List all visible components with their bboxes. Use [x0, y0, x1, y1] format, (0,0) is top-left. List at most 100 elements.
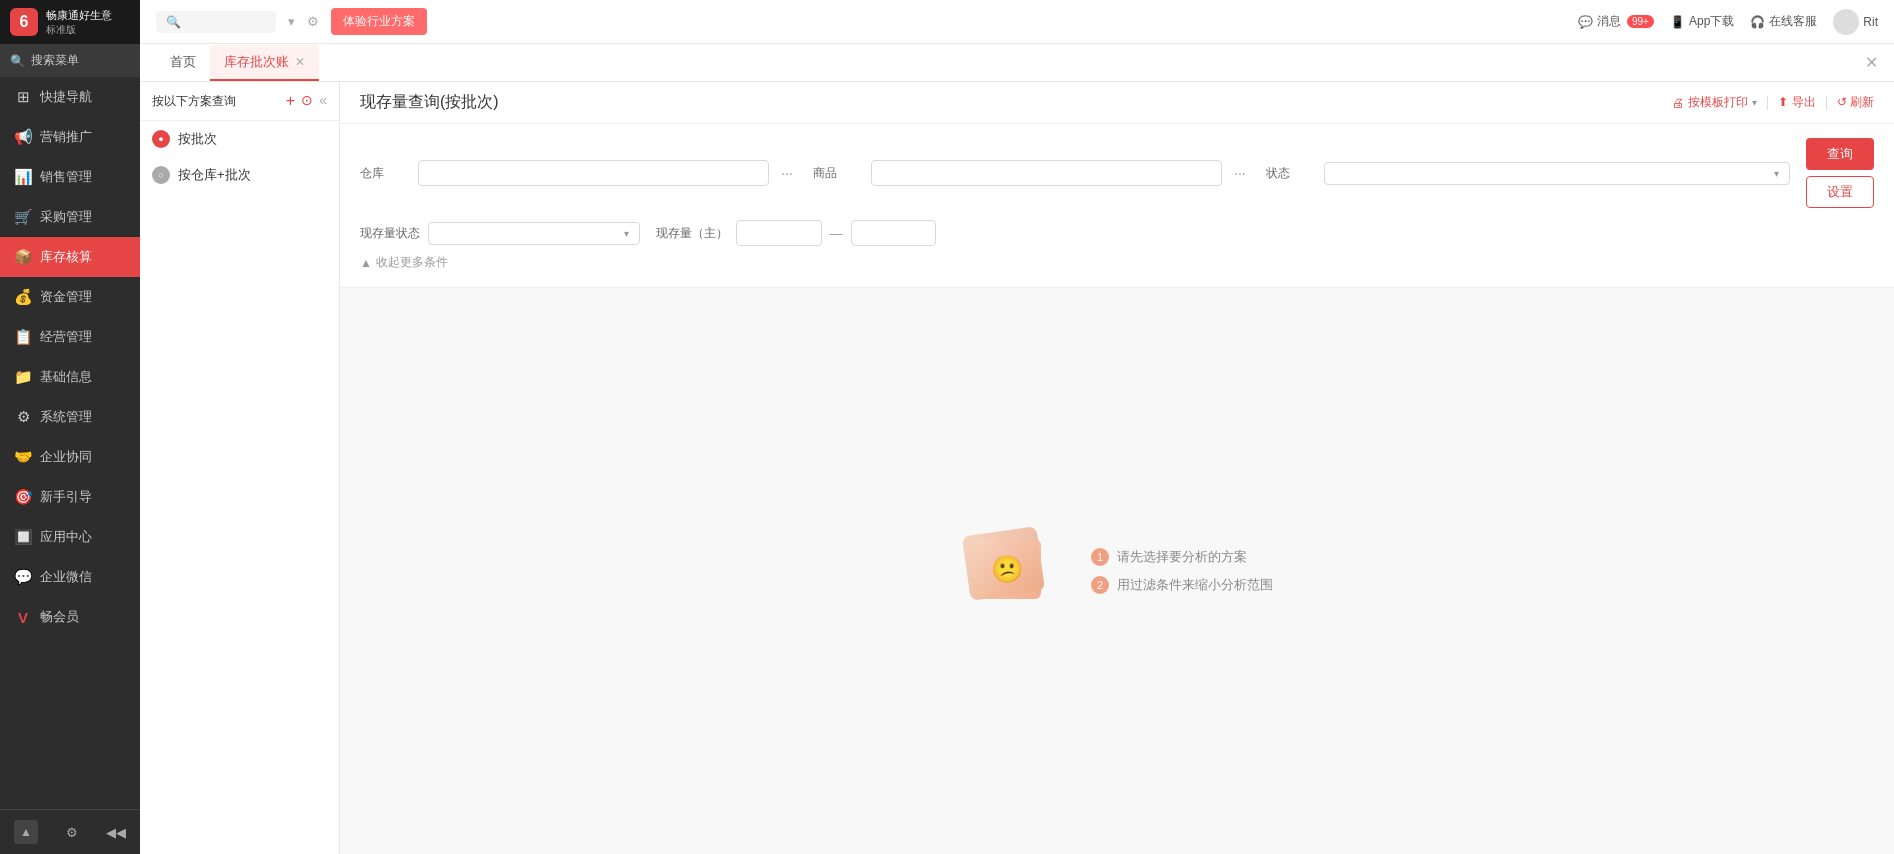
tab-close-icon[interactable]: ✕ — [295, 55, 305, 69]
user-profile[interactable]: Rit — [1833, 9, 1878, 35]
app-title: 畅康通好生意 标准版 — [46, 8, 112, 35]
page-actions: 🖨 按模板打印 ▾ ⬆ 导出 ↺ 刷新 — [1672, 94, 1874, 111]
messages-icon: 💬 — [1578, 15, 1593, 29]
gear-icon[interactable]: ⚙ — [66, 825, 78, 840]
collapse-up-icon: ▲ — [360, 256, 372, 270]
collapse-sidebar-icon[interactable]: ◀◀ — [106, 825, 126, 840]
collapse-panel-icon[interactable]: « — [319, 92, 327, 110]
scheme-inactive-icon: ○ — [152, 166, 170, 184]
product-input[interactable] — [871, 160, 1222, 186]
inventory-qty-max[interactable] — [851, 220, 937, 246]
empty-tips: 1 请先选择要分析的方案 2 用过滤条件来缩小分析范围 — [1091, 548, 1273, 594]
warehouse-label: 仓库 — [360, 165, 410, 182]
product-label: 商品 — [813, 165, 863, 182]
empty-tip-2: 2 用过滤条件来缩小分析范围 — [1091, 576, 1273, 594]
inventory-status-group: 现存量状态 ▾ — [360, 222, 640, 245]
scheme-item-warehouse-batch[interactable]: ○ 按仓库+批次 — [140, 157, 339, 193]
tip-num-2: 2 — [1091, 576, 1109, 594]
print-icon: 🖨 — [1672, 96, 1684, 110]
filter-row-1: 仓库 ··· 商品 ··· 状态 ▾ — [360, 138, 1874, 208]
warehouse-more[interactable]: ··· — [777, 165, 797, 181]
experience-button[interactable]: 体验行业方案 — [331, 8, 427, 35]
sidebar-item-operations[interactable]: 📋 经营管理 — [0, 317, 140, 357]
sidebar-item-appstore[interactable]: 🔲 应用中心 — [0, 517, 140, 557]
status-select[interactable]: ▾ — [1324, 162, 1790, 185]
sidebar-item-wechat[interactable]: 💬 企业微信 — [0, 557, 140, 597]
inventory-status-label: 现存量状态 — [360, 225, 420, 242]
sidebar-item-quicknav[interactable]: ⊞ 快捷导航 — [0, 77, 140, 117]
inventory-status-select[interactable]: ▾ — [428, 222, 640, 245]
empty-state: 😕 1 请先选择要分析的方案 2 用过滤条件来缩小分析范围 — [340, 288, 1894, 854]
collapse-more-conditions[interactable]: ▲ 收起更多条件 — [360, 246, 1874, 273]
sidebar-search[interactable]: 🔍 搜索菜单 — [0, 44, 140, 77]
sidebar-item-system[interactable]: ⚙ 系统管理 — [0, 397, 140, 437]
messages-badge: 99+ — [1627, 15, 1654, 28]
marketing-icon: 📢 — [14, 128, 32, 146]
warehouse-input[interactable] — [418, 160, 769, 186]
page-header: 现存量查询(按批次) 🖨 按模板打印 ▾ ⬆ 导出 ↺ 刷 — [340, 82, 1894, 124]
phone-icon: 📱 — [1670, 15, 1685, 29]
divider2 — [1826, 96, 1827, 110]
close-panel-button[interactable]: ✕ — [1865, 53, 1878, 72]
empty-tip-1: 1 请先选择要分析的方案 — [1091, 548, 1273, 566]
tip-num-1: 1 — [1091, 548, 1109, 566]
headset-icon: 🎧 — [1750, 15, 1765, 29]
export-icon: ⬆ — [1778, 95, 1788, 109]
topbar-dropdown-icon[interactable]: ▾ — [288, 14, 295, 29]
sidebar-item-inventory[interactable]: 📦 库存核算 — [0, 237, 140, 277]
filter-area: 仓库 ··· 商品 ··· 状态 ▾ — [340, 124, 1894, 288]
tab-inventory-batch[interactable]: 库存批次账 ✕ — [210, 45, 319, 81]
sidebar-item-newbie[interactable]: 🎯 新手引导 — [0, 477, 140, 517]
sidebar-scroll-up[interactable]: ▲ — [14, 820, 38, 844]
export-button[interactable]: ⬆ 导出 — [1778, 94, 1815, 111]
refresh-button[interactable]: ↺ 刷新 — [1837, 94, 1874, 111]
dash: — — [830, 226, 843, 241]
sidebar-item-collab[interactable]: 🤝 企业协同 — [0, 437, 140, 477]
sidebar-item-marketing[interactable]: 📢 营销推广 — [0, 117, 140, 157]
newbie-icon: 🎯 — [14, 488, 32, 506]
app-download-btn[interactable]: 📱 App下载 — [1670, 13, 1734, 30]
main-area: 🔍 ▾ ⚙ 体验行业方案 💬 消息 99+ 📱 App下载 🎧 在线客服 Rit — [140, 0, 1894, 854]
sidebar-item-purchase[interactable]: 🛒 采购管理 — [0, 197, 140, 237]
wechat-icon: 💬 — [14, 568, 32, 586]
right-panel: 现存量查询(按批次) 🖨 按模板打印 ▾ ⬆ 导出 ↺ 刷 — [340, 82, 1894, 854]
print-button[interactable]: 🖨 按模板打印 ▾ — [1672, 94, 1757, 111]
inventory-icon: 📦 — [14, 248, 32, 266]
status-label: 状态 — [1266, 165, 1316, 182]
topbar-settings-icon[interactable]: ⚙ — [307, 14, 319, 29]
tab-home[interactable]: 首页 — [156, 45, 210, 81]
inventory-qty-group: 现存量（主） — — [656, 220, 936, 246]
filter-row-2: 现存量状态 ▾ 现存量（主） — — [360, 220, 1874, 246]
query-button[interactable]: 查询 — [1806, 138, 1874, 170]
sidebar-item-sales[interactable]: 📊 销售管理 — [0, 157, 140, 197]
system-icon: ⚙ — [14, 408, 32, 426]
purchase-icon: 🛒 — [14, 208, 32, 226]
left-panel-actions: + ⊙ « — [286, 92, 327, 110]
scheme-item-batch[interactable]: ● 按批次 — [140, 121, 339, 157]
online-service-btn[interactable]: 🎧 在线客服 — [1750, 13, 1817, 30]
sidebar-item-member[interactable]: V 畅会员 — [0, 597, 140, 637]
add-scheme-icon[interactable]: + — [286, 92, 295, 110]
sidebar: 6 畅康通好生意 标准版 🔍 搜索菜单 ⊞ 快捷导航 📢 营销推广 📊 销售管理… — [0, 0, 140, 854]
print-dropdown-icon[interactable]: ▾ — [1752, 97, 1757, 108]
refresh-icon: ↺ — [1837, 95, 1847, 109]
sidebar-item-finance[interactable]: 💰 资金管理 — [0, 277, 140, 317]
finance-icon: 💰 — [14, 288, 32, 306]
scheme-settings-icon[interactable]: ⊙ — [301, 92, 313, 110]
sidebar-item-basic[interactable]: 📁 基础信息 — [0, 357, 140, 397]
left-panel: 按以下方案查询 + ⊙ « ● 按批次 ○ 按仓库+批次 — [140, 82, 340, 854]
page-title: 现存量查询(按批次) — [360, 92, 499, 113]
topbar: 🔍 ▾ ⚙ 体验行业方案 💬 消息 99+ 📱 App下载 🎧 在线客服 Rit — [140, 0, 1894, 44]
avatar — [1833, 9, 1859, 35]
product-more[interactable]: ··· — [1230, 165, 1250, 181]
sidebar-header: 6 畅康通好生意 标准版 — [0, 0, 140, 44]
divider — [1767, 96, 1768, 110]
topbar-search-box[interactable]: 🔍 — [156, 11, 276, 33]
inventory-status-dropdown-icon: ▾ — [624, 228, 629, 239]
messages-btn[interactable]: 💬 消息 99+ — [1578, 13, 1654, 30]
filter-settings-button[interactable]: 设置 — [1806, 176, 1874, 208]
app-logo: 6 — [10, 8, 38, 36]
sidebar-nav: ⊞ 快捷导航 📢 营销推广 📊 销售管理 🛒 采购管理 📦 库存核算 💰 资金管… — [0, 77, 140, 809]
inventory-qty-min[interactable] — [736, 220, 822, 246]
inventory-qty-label: 现存量（主） — [656, 225, 728, 242]
